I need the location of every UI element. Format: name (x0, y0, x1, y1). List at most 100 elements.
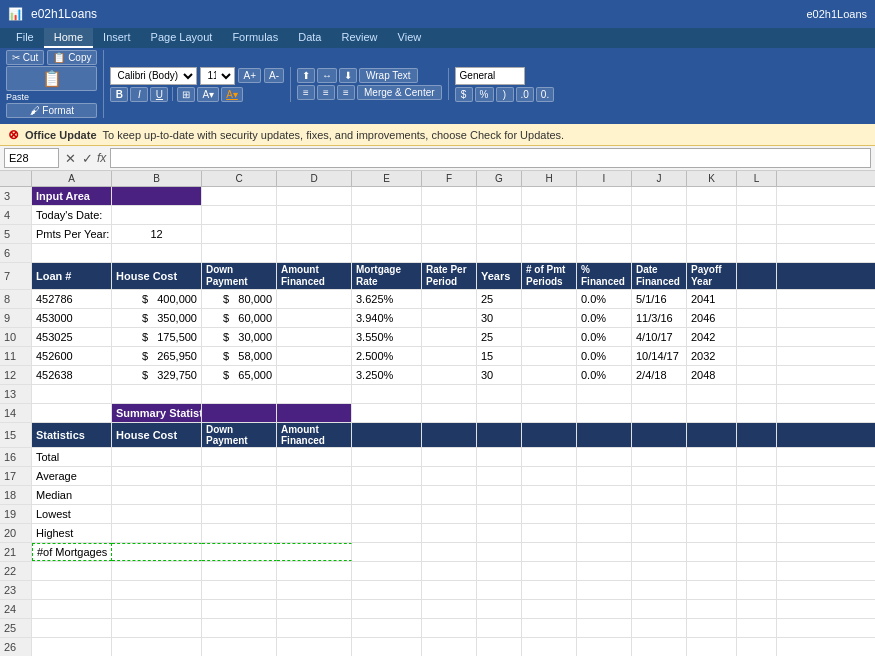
cell-k13[interactable] (687, 385, 737, 403)
cell-a24[interactable] (32, 600, 112, 618)
cell-b11[interactable]: $ 265,950 (112, 347, 202, 365)
cell-c14[interactable] (202, 404, 277, 422)
cell-e12[interactable]: 3.250% (352, 366, 422, 384)
cell-d10[interactable] (277, 328, 352, 346)
cell-e8[interactable]: 3.625% (352, 290, 422, 308)
cell-g6[interactable] (477, 244, 522, 262)
cell-g13[interactable] (477, 385, 522, 403)
cell-c5[interactable] (202, 225, 277, 243)
cell-c26[interactable] (202, 638, 277, 656)
cell-d3[interactable] (277, 187, 352, 205)
col-header-l[interactable]: L (737, 171, 777, 186)
cell-l6[interactable] (737, 244, 777, 262)
cell-j26[interactable] (632, 638, 687, 656)
cell-f23[interactable] (422, 581, 477, 599)
cell-l24[interactable] (737, 600, 777, 618)
formula-input[interactable] (110, 148, 871, 168)
cell-d26[interactable] (277, 638, 352, 656)
cell-g22[interactable] (477, 562, 522, 580)
cell-h10[interactable] (522, 328, 577, 346)
align-left-button[interactable]: ≡ (297, 85, 315, 100)
col-header-c[interactable]: C (202, 171, 277, 186)
tab-data[interactable]: Data (288, 28, 331, 48)
cell-h14[interactable] (522, 404, 577, 422)
cell-h16[interactable] (522, 448, 577, 466)
cell-i12[interactable]: 0.0% (577, 366, 632, 384)
cell-f8[interactable] (422, 290, 477, 308)
cell-c17[interactable] (202, 467, 277, 485)
cell-b7[interactable]: House Cost (112, 263, 202, 289)
cell-l9[interactable] (737, 309, 777, 327)
cell-d6[interactable] (277, 244, 352, 262)
cell-g5[interactable] (477, 225, 522, 243)
cell-reference-input[interactable] (4, 148, 59, 168)
cell-d21[interactable] (277, 543, 352, 561)
cell-h15[interactable] (522, 423, 577, 447)
cell-f15[interactable] (422, 423, 477, 447)
cell-h19[interactable] (522, 505, 577, 523)
cell-k25[interactable] (687, 619, 737, 637)
cell-e9[interactable]: 3.940% (352, 309, 422, 327)
cell-g8[interactable]: 25 (477, 290, 522, 308)
cell-l7[interactable] (737, 263, 777, 289)
cell-d19[interactable] (277, 505, 352, 523)
cell-b15[interactable]: House Cost (112, 423, 202, 447)
cell-d12[interactable] (277, 366, 352, 384)
cell-a6[interactable] (32, 244, 112, 262)
cell-e11[interactable]: 2.500% (352, 347, 422, 365)
cell-h23[interactable] (522, 581, 577, 599)
col-header-g[interactable]: G (477, 171, 522, 186)
cell-j13[interactable] (632, 385, 687, 403)
cell-k23[interactable] (687, 581, 737, 599)
cell-c7[interactable]: DownPayment (202, 263, 277, 289)
cell-c19[interactable] (202, 505, 277, 523)
cell-b26[interactable] (112, 638, 202, 656)
cell-i6[interactable] (577, 244, 632, 262)
cell-a12[interactable]: 452638 (32, 366, 112, 384)
cell-e19[interactable] (352, 505, 422, 523)
copy-button[interactable]: 📋 Copy (47, 50, 97, 65)
cell-b4[interactable] (112, 206, 202, 224)
cell-h4[interactable] (522, 206, 577, 224)
cell-d5[interactable] (277, 225, 352, 243)
cell-h5[interactable] (522, 225, 577, 243)
cell-l4[interactable] (737, 206, 777, 224)
cell-b6[interactable] (112, 244, 202, 262)
cell-f18[interactable] (422, 486, 477, 504)
cell-h13[interactable] (522, 385, 577, 403)
cell-d11[interactable] (277, 347, 352, 365)
cell-b21[interactable] (112, 543, 202, 561)
cell-l16[interactable] (737, 448, 777, 466)
cell-l12[interactable] (737, 366, 777, 384)
cell-h22[interactable] (522, 562, 577, 580)
cell-c6[interactable] (202, 244, 277, 262)
cell-j25[interactable] (632, 619, 687, 637)
cell-e25[interactable] (352, 619, 422, 637)
cell-e24[interactable] (352, 600, 422, 618)
cell-e7[interactable]: MortgageRate (352, 263, 422, 289)
col-header-b[interactable]: B (112, 171, 202, 186)
cell-f24[interactable] (422, 600, 477, 618)
cell-d16[interactable] (277, 448, 352, 466)
col-header-e[interactable]: E (352, 171, 422, 186)
cell-l11[interactable] (737, 347, 777, 365)
cell-b13[interactable] (112, 385, 202, 403)
cell-g25[interactable] (477, 619, 522, 637)
col-header-j[interactable]: J (632, 171, 687, 186)
cell-f5[interactable] (422, 225, 477, 243)
cell-a7[interactable]: Loan # (32, 263, 112, 289)
cell-l10[interactable] (737, 328, 777, 346)
cell-i8[interactable]: 0.0% (577, 290, 632, 308)
cell-h9[interactable] (522, 309, 577, 327)
cell-k20[interactable] (687, 524, 737, 542)
number-format-box[interactable]: General (455, 67, 525, 85)
cell-h3[interactable] (522, 187, 577, 205)
cell-c25[interactable] (202, 619, 277, 637)
cell-g10[interactable]: 25 (477, 328, 522, 346)
cell-k8[interactable]: 2041 (687, 290, 737, 308)
cell-c21[interactable] (202, 543, 277, 561)
cell-k22[interactable] (687, 562, 737, 580)
cell-d9[interactable] (277, 309, 352, 327)
align-top-button[interactable]: ⬆ (297, 68, 315, 83)
cell-f11[interactable] (422, 347, 477, 365)
